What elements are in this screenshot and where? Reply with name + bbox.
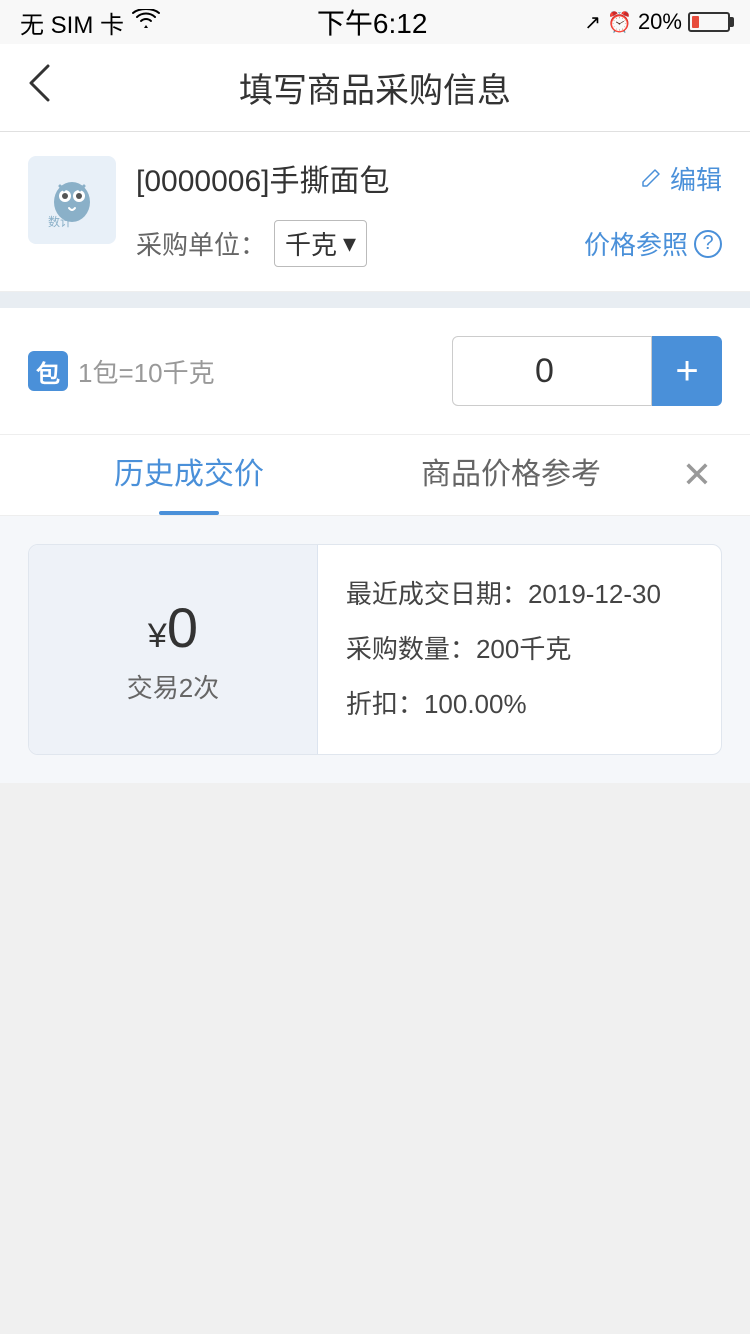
page-title: 填写商品采购信息	[239, 63, 511, 112]
product-header: [0000006]手撕面包 编辑	[136, 156, 722, 200]
history-left-panel: ¥ 0 交易2次	[29, 545, 318, 754]
detail-date: 最近成交日期：2019-12-30	[346, 575, 693, 614]
product-name: [0000006]手撕面包	[136, 156, 389, 200]
status-time: 下午6:12	[317, 2, 428, 42]
detail-discount: 折扣：100.00%	[346, 685, 693, 724]
tabs-header: 历史成交价 商品价格参考 ✕	[0, 435, 750, 515]
unit-label: 采购单位：	[136, 225, 266, 262]
battery-pct: 20%	[638, 9, 682, 35]
status-bar: 无 SIM 卡 下午6:12 ↗ ⏰ 20%	[0, 0, 750, 44]
alarm-icon: ⏰	[607, 10, 632, 35]
product-info: [0000006]手撕面包 编辑 采购单位： 千克 ▾ 价格参照 ?	[136, 156, 722, 267]
price-symbol: ¥	[148, 617, 167, 656]
tab-close-button[interactable]: ✕	[672, 450, 722, 500]
product-section: 数计 [0000006]手撕面包 编辑 采购单位： 千克 ▾ 价格参照	[0, 132, 750, 292]
product-unit-row: 采购单位： 千克 ▾ 价格参照 ?	[136, 220, 722, 267]
wifi-icon	[132, 8, 160, 36]
dropdown-arrow-icon: ▾	[343, 228, 356, 259]
tabs-section: 历史成交价 商品价格参考 ✕	[0, 435, 750, 516]
price-ref-button[interactable]: 价格参照 ?	[584, 225, 722, 262]
tab-product-price-ref[interactable]: 商品价格参考	[350, 435, 672, 515]
status-right: ↗ ⏰ 20%	[584, 9, 730, 35]
product-icon: 数计	[28, 156, 116, 244]
qty-input[interactable]	[452, 336, 652, 406]
history-price-display: ¥ 0	[148, 595, 198, 660]
back-button[interactable]	[28, 64, 50, 111]
qty-unit-badge: 包	[28, 351, 68, 391]
battery-icon	[688, 12, 730, 32]
nav-bar: 填写商品采购信息	[0, 44, 750, 132]
quantity-row: 包 1包=10千克 +	[0, 308, 750, 435]
unit-value: 千克	[285, 225, 337, 262]
section-divider	[0, 292, 750, 308]
help-icon: ?	[694, 230, 722, 258]
history-right-panel: 最近成交日期：2019-12-30 采购数量：200千克 折扣：100.00%	[318, 545, 721, 754]
history-card: ¥ 0 交易2次 最近成交日期：2019-12-30 采购数量：200千克 折扣…	[28, 544, 722, 755]
history-price-value: 0	[167, 595, 198, 660]
qty-unit-info: 包 1包=10千克	[28, 351, 452, 391]
trade-count: 交易2次	[127, 668, 219, 705]
svg-text:数计: 数计	[48, 214, 72, 229]
tab-history-price[interactable]: 历史成交价	[28, 435, 350, 515]
unit-select[interactable]: 千克 ▾	[274, 220, 367, 267]
location-icon: ↗	[584, 10, 601, 35]
edit-button[interactable]: 编辑	[640, 160, 722, 197]
price-ref-label: 价格参照	[584, 225, 688, 262]
status-left: 无 SIM 卡	[20, 5, 160, 40]
history-content: ¥ 0 交易2次 最近成交日期：2019-12-30 采购数量：200千克 折扣…	[0, 516, 750, 783]
qty-input-wrap: +	[452, 336, 722, 406]
carrier-text: 无 SIM 卡	[20, 5, 124, 40]
qty-plus-button[interactable]: +	[652, 336, 722, 406]
qty-unit-desc: 1包=10千克	[78, 353, 215, 390]
detail-qty: 采购数量：200千克	[346, 630, 693, 669]
